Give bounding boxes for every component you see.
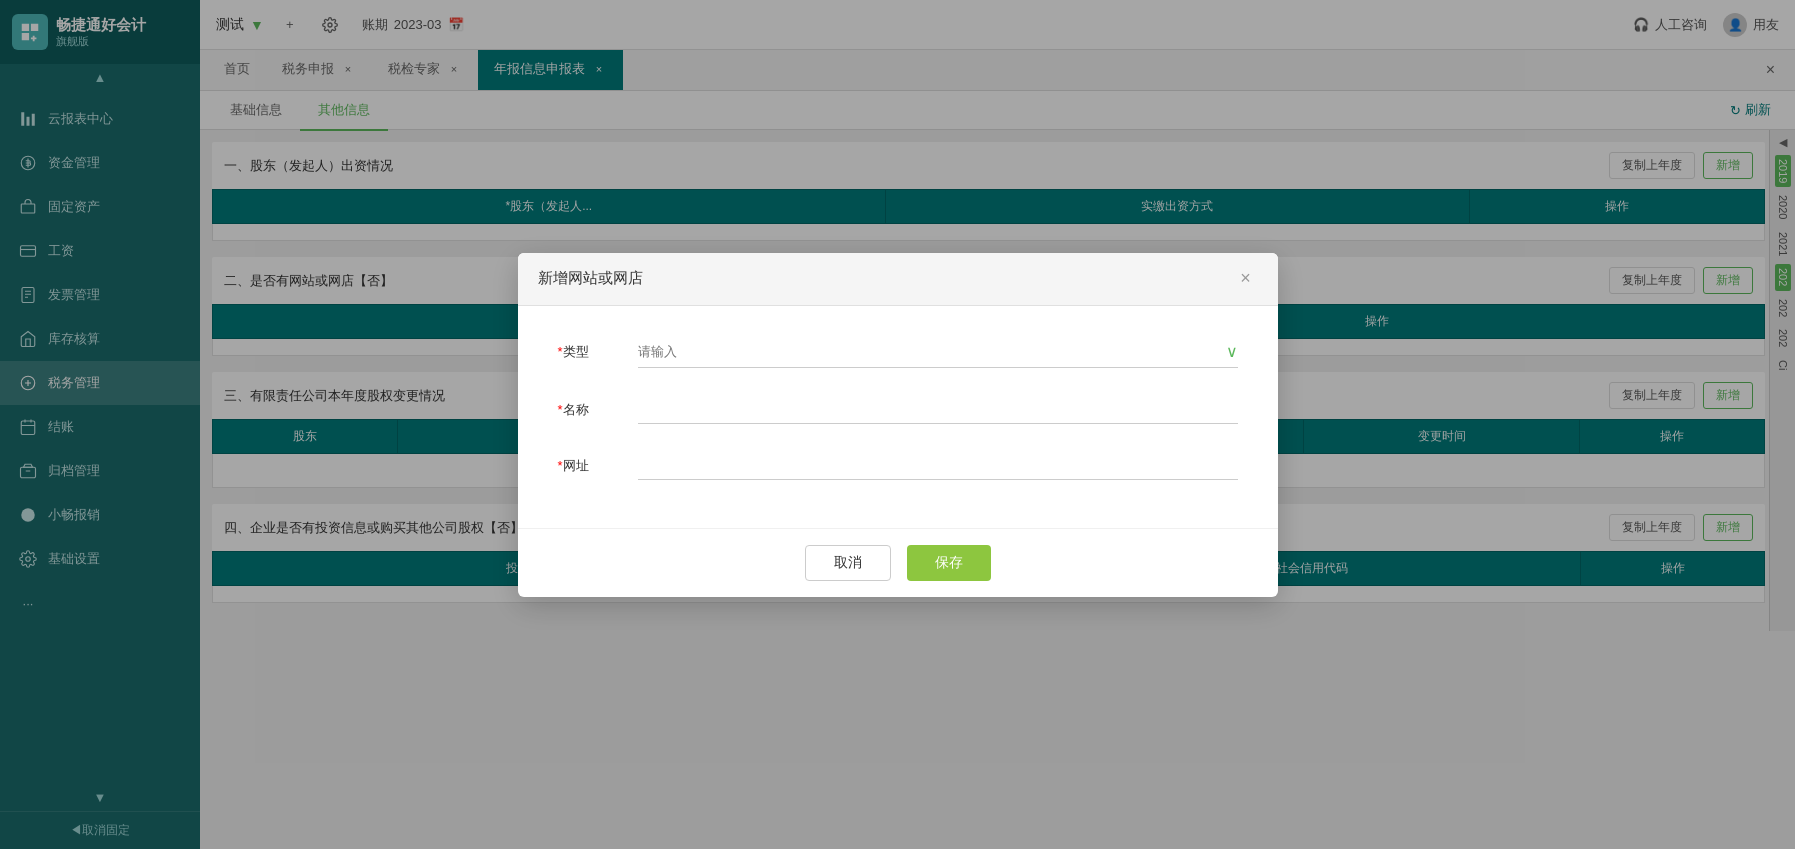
save-button[interactable]: 保存 (907, 545, 991, 581)
modal-overlay: 新增网站或网店 × *类型 ∨ *名称 (0, 0, 1795, 849)
form-label-type: *类型 (558, 343, 638, 361)
form-label-url: *网址 (558, 457, 638, 475)
form-control-url[interactable] (638, 452, 1238, 480)
modal-body: *类型 ∨ *名称 *网址 (518, 306, 1278, 528)
dropdown-arrow-type: ∨ (1226, 342, 1238, 361)
modal-dialog: 新增网站或网店 × *类型 ∨ *名称 (518, 253, 1278, 597)
form-control-name[interactable] (638, 396, 1238, 424)
url-input[interactable] (638, 458, 1238, 473)
modal-title: 新增网站或网店 (538, 269, 643, 288)
modal-footer: 取消 保存 (518, 528, 1278, 597)
form-row-name: *名称 (558, 396, 1238, 424)
form-row-url: *网址 (558, 452, 1238, 480)
form-control-type[interactable]: ∨ (638, 336, 1238, 368)
form-row-type: *类型 ∨ (558, 336, 1238, 368)
modal-header: 新增网站或网店 × (518, 253, 1278, 306)
type-input[interactable] (638, 344, 1226, 359)
name-input[interactable] (638, 402, 1238, 417)
form-label-name: *名称 (558, 401, 638, 419)
modal-close-btn[interactable]: × (1234, 267, 1258, 291)
cancel-button[interactable]: 取消 (805, 545, 891, 581)
